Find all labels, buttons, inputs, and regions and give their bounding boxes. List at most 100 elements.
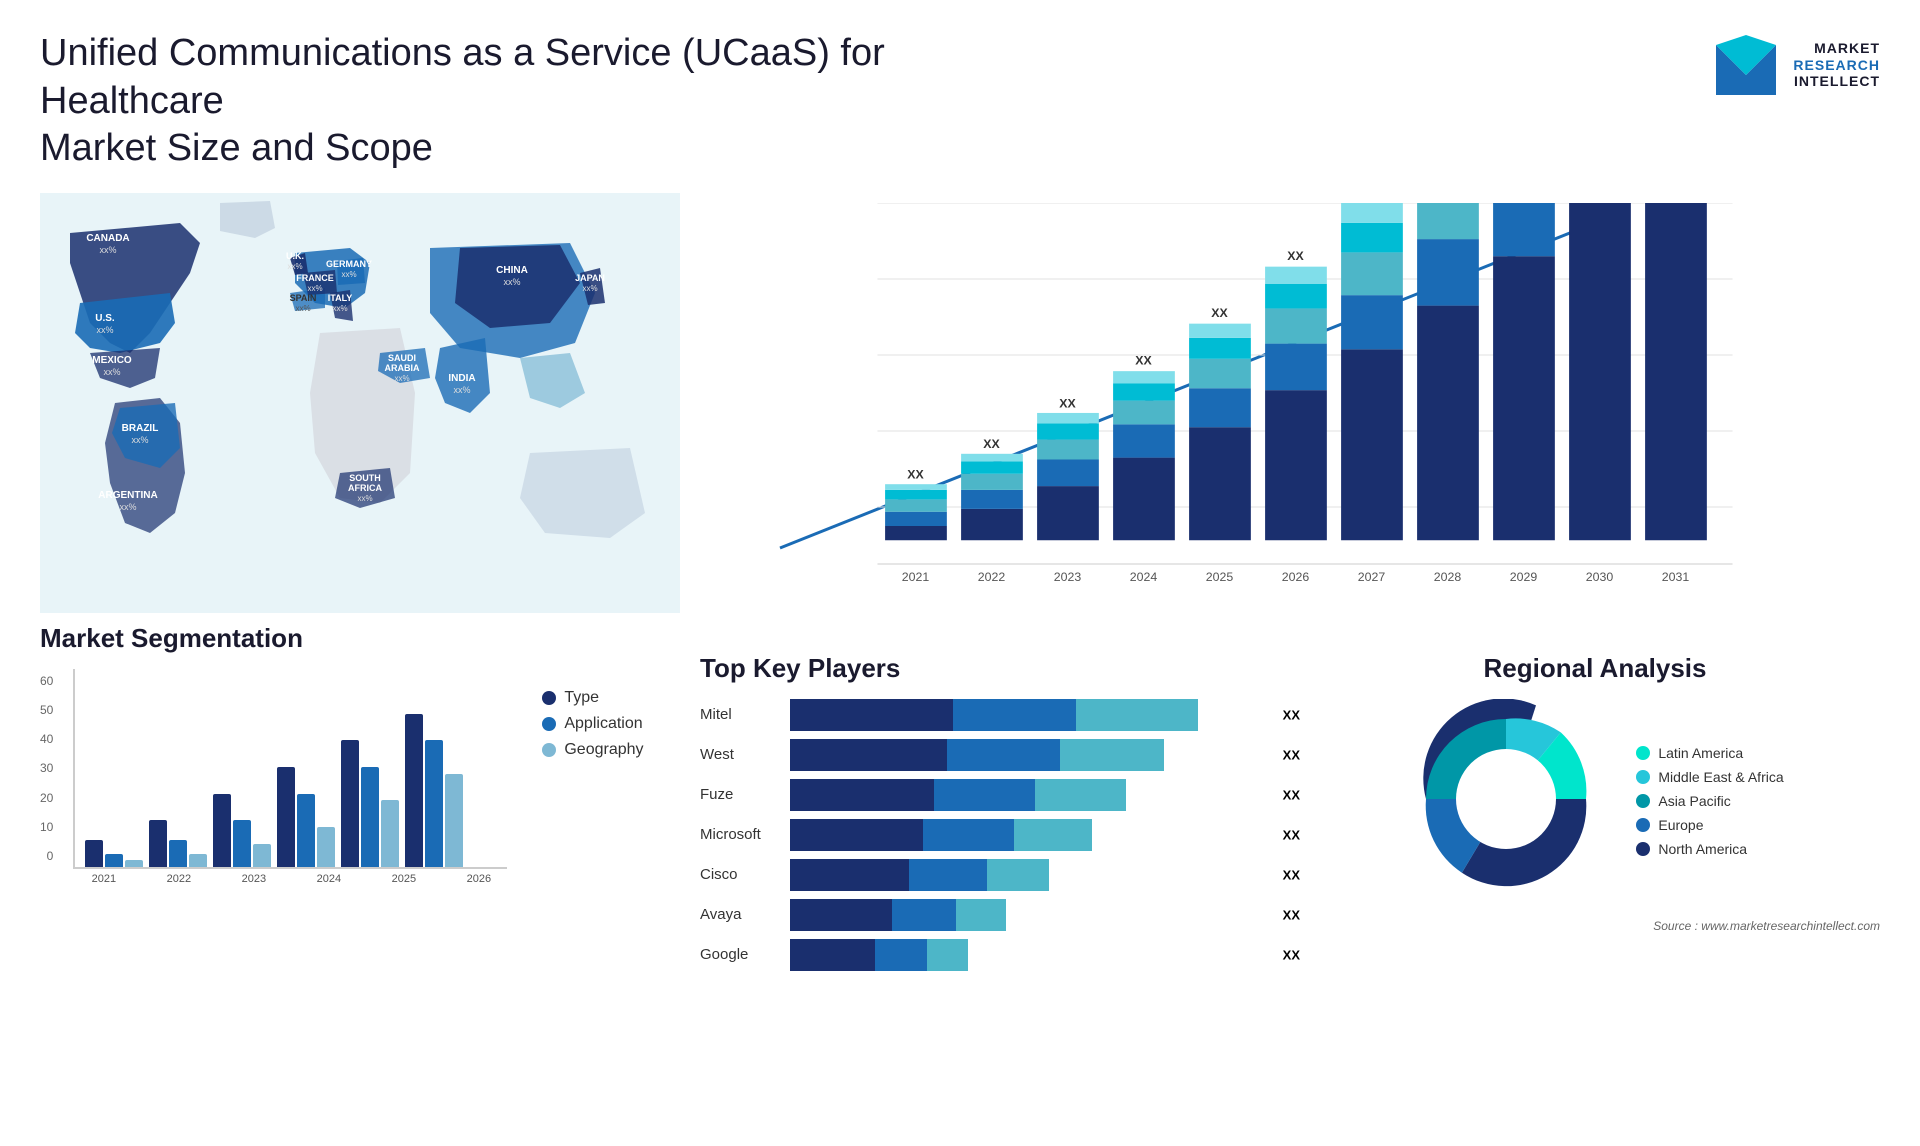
svg-text:XX: XX: [1211, 306, 1228, 320]
svg-text:BRAZIL: BRAZIL: [122, 423, 159, 434]
svg-text:XX: XX: [1135, 353, 1152, 367]
regional-chart-area: Latin America Middle East & Africa Asia …: [1310, 699, 1880, 904]
player-name-mitel: Mitel: [700, 706, 780, 723]
player-name-fuze: Fuze: [700, 786, 780, 803]
dot-mea: [1636, 770, 1650, 784]
svg-text:XX: XX: [1287, 249, 1304, 263]
player-bar-mitel: XX: [790, 699, 1270, 731]
donut-svg: [1406, 699, 1606, 899]
svg-text:XX: XX: [1059, 396, 1076, 410]
legend-item-ap: Asia Pacific: [1636, 793, 1783, 809]
left-panel: CANADA xx% U.S. xx% MEXICO xx% BRAZIL xx…: [40, 193, 680, 1143]
svg-text:MEXICO: MEXICO: [92, 355, 132, 366]
svg-text:CANADA: CANADA: [86, 233, 129, 244]
svg-text:AFRICA: AFRICA: [348, 483, 382, 493]
seg-group-2026: [405, 714, 463, 867]
right-panel: XX XX XX: [700, 193, 1880, 1143]
players-title: Top Key Players: [700, 653, 1270, 684]
svg-text:U.S.: U.S.: [95, 313, 115, 324]
svg-text:GERMANY: GERMANY: [326, 259, 372, 269]
legend-item-na: North America: [1636, 841, 1783, 857]
seg-x-labels: 2021 2022 2023 2024 2025 2026: [75, 873, 507, 885]
svg-text:ARGENTINA: ARGENTINA: [98, 490, 157, 501]
bar-chart-section: XX XX XX: [700, 193, 1880, 643]
seg-group-2024: [277, 767, 335, 867]
page-container: Unified Communications as a Service (UCa…: [0, 0, 1920, 1146]
logo-line1: MARKET: [1793, 40, 1880, 57]
regional-section: Regional Analysis: [1310, 653, 1880, 979]
svg-text:xx%: xx%: [119, 502, 136, 512]
svg-text:xx%: xx%: [131, 435, 148, 445]
logo-line2: RESEARCH: [1793, 57, 1880, 74]
svg-text:2022: 2022: [978, 570, 1006, 583]
svg-text:2021: 2021: [902, 570, 930, 583]
player-name-microsoft: Microsoft: [700, 826, 780, 843]
player-bar-google: XX: [790, 939, 1270, 971]
legend-item-europe: Europe: [1636, 817, 1783, 833]
world-map: CANADA xx% U.S. xx% MEXICO xx% BRAZIL xx…: [40, 193, 680, 613]
player-row-microsoft: Microsoft XX: [700, 819, 1270, 851]
legend-dot-application: [542, 717, 556, 731]
svg-text:JAPAN: JAPAN: [575, 273, 605, 283]
legend-dot-geography: [542, 743, 556, 757]
seg-legend: Type Application Geography: [542, 689, 643, 759]
map-svg: CANADA xx% U.S. xx% MEXICO xx% BRAZIL xx…: [40, 193, 680, 613]
svg-text:xx%: xx%: [96, 325, 113, 335]
dot-europe: [1636, 818, 1650, 832]
svg-text:ITALY: ITALY: [328, 293, 353, 303]
svg-text:xx%: xx%: [103, 367, 120, 377]
bottom-right-panels: Top Key Players Mitel XX: [700, 653, 1880, 979]
svg-text:xx%: xx%: [332, 304, 347, 313]
main-layout: CANADA xx% U.S. xx% MEXICO xx% BRAZIL xx…: [40, 193, 1880, 1143]
player-bar-cisco: XX: [790, 859, 1270, 891]
title-line2: Market Size and Scope: [40, 127, 433, 169]
svg-text:INDIA: INDIA: [448, 373, 475, 384]
seg-group-2023: [213, 794, 271, 867]
svg-text:xx%: xx%: [582, 284, 597, 293]
svg-text:xx%: xx%: [99, 245, 116, 255]
svg-text:xx%: xx%: [295, 304, 310, 313]
svg-text:2023: 2023: [1054, 570, 1082, 583]
dot-latin: [1636, 746, 1650, 760]
svg-text:2026: 2026: [1282, 570, 1310, 583]
player-bar-fuze: XX: [790, 779, 1270, 811]
player-bar-west: XX: [790, 739, 1270, 771]
svg-text:XX: XX: [983, 437, 1000, 451]
svg-text:xx%: xx%: [307, 284, 322, 293]
svg-text:xx%: xx%: [341, 270, 356, 279]
seg-bars-wrapper: 2021 2022 2023 2024 2025 2026: [73, 669, 507, 885]
seg-group-2022: [149, 820, 207, 867]
donut-chart: [1406, 699, 1606, 904]
dot-ap: [1636, 794, 1650, 808]
players-section: Top Key Players Mitel XX: [700, 653, 1270, 979]
page-title: Unified Communications as a Service (UCa…: [40, 30, 940, 173]
svg-text:2024: 2024: [1130, 570, 1158, 583]
legend-application: Application: [542, 715, 643, 733]
svg-text:XX: XX: [907, 467, 924, 481]
player-row-mitel: Mitel XX: [700, 699, 1270, 731]
player-row-avaya: Avaya XX: [700, 899, 1270, 931]
legend-geography: Geography: [542, 741, 643, 759]
legend-type: Type: [542, 689, 643, 707]
seg-group-2021: [85, 840, 143, 867]
seg-bars-container: [73, 669, 507, 869]
svg-text:SPAIN: SPAIN: [290, 293, 317, 303]
seg-y-labels: 60 50 40 30 20 10 0: [40, 669, 53, 869]
logo-line3: INTELLECT: [1793, 73, 1880, 90]
player-name-avaya: Avaya: [700, 906, 780, 923]
player-row-google: Google XX: [700, 939, 1270, 971]
svg-text:FRANCE: FRANCE: [296, 273, 334, 283]
header: Unified Communications as a Service (UCa…: [40, 30, 1880, 173]
svg-text:2031: 2031: [1662, 570, 1690, 583]
svg-text:xx%: xx%: [394, 374, 409, 383]
svg-text:SAUDI: SAUDI: [388, 353, 416, 363]
svg-text:2029: 2029: [1510, 570, 1538, 583]
player-row-west: West XX: [700, 739, 1270, 771]
segmentation-title: Market Segmentation: [40, 623, 680, 654]
svg-text:2025: 2025: [1206, 570, 1234, 583]
svg-text:U.K.: U.K.: [286, 251, 304, 261]
logo-icon: [1711, 30, 1781, 100]
logo-area: MARKET RESEARCH INTELLECT: [1711, 30, 1880, 100]
svg-text:SOUTH: SOUTH: [349, 473, 381, 483]
player-name-west: West: [700, 746, 780, 763]
